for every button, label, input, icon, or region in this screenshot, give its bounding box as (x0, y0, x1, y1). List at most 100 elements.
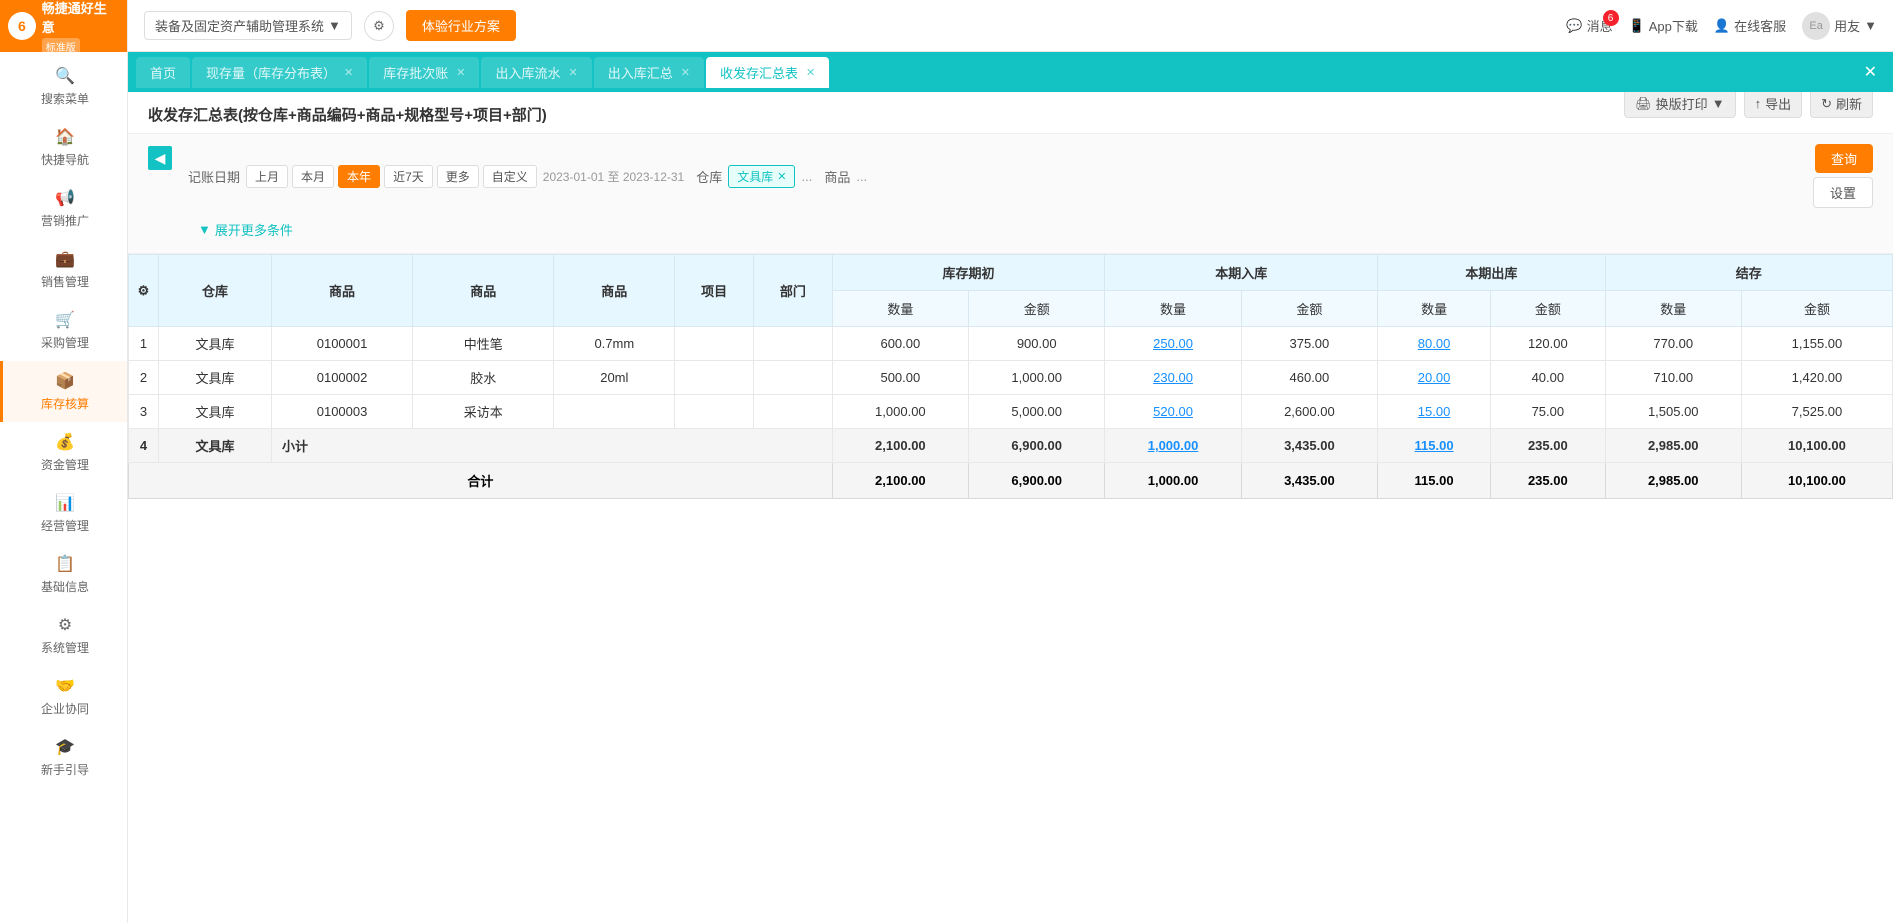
date-range: 2023-01-01 至 2023-12-31 (543, 168, 684, 185)
warehouse-tag-close[interactable]: ✕ (777, 170, 786, 183)
print-button[interactable]: 🖨 换版打印 ▼ (1624, 92, 1735, 118)
chevron-down-icon: ▼ (1864, 18, 1877, 33)
tab-bar-close[interactable]: ✕ (1856, 58, 1885, 86)
row-in-amt: 460.00 (1241, 361, 1377, 395)
basic-info-icon: 📋 (55, 554, 75, 574)
col-period-begin-header: 库存期初 (832, 255, 1105, 291)
row-begin-amt: 1,000.00 (969, 361, 1105, 395)
export-icon: ↑ (1755, 96, 1762, 111)
row-in-qty[interactable]: 520.00 (1105, 395, 1241, 429)
export-button[interactable]: ↑ 导出 (1744, 92, 1803, 118)
sidebar-item-newbie[interactable]: 🎓新手引导 (0, 727, 127, 788)
tab-inout-summary[interactable]: 出入库汇总✕ (594, 57, 704, 88)
tab-close-icon[interactable]: ✕ (344, 66, 353, 79)
refresh-button[interactable]: ↻ 刷新 (1810, 92, 1873, 118)
message-button[interactable]: 💬 消息 6 (1566, 16, 1612, 35)
date-btn-上月[interactable]: 上月 (246, 165, 288, 188)
settings-button[interactable]: ⚙ (364, 11, 394, 41)
expand-conditions-button[interactable]: ▼ 展开更多条件 (188, 216, 1873, 243)
app-download-button[interactable]: 📱 App下载 (1629, 16, 1698, 35)
tab-inventory-dist[interactable]: 现存量（库存分布表）✕ (192, 57, 367, 88)
filter-row-2: ▼ 展开更多条件 (188, 216, 1873, 243)
sidebar-item-label: 采购管理 (41, 334, 89, 351)
sidebar-item-enterprise[interactable]: 🤝企业协同 (0, 666, 127, 727)
tab-batch[interactable]: 库存批次账✕ (369, 57, 479, 88)
query-button[interactable]: 查询 (1815, 144, 1873, 173)
tab-close-icon[interactable]: ✕ (456, 66, 465, 79)
operation-icon: 📊 (55, 493, 75, 513)
user-menu[interactable]: Ea 用友 ▼ (1802, 12, 1877, 40)
setting-button[interactable]: 设置 (1813, 177, 1873, 208)
total-begin-amt: 6,900.00 (969, 463, 1105, 499)
row-in-qty[interactable]: 230.00 (1105, 361, 1241, 395)
table-row: 2 文具库 0100002 胶水 20ml 500.00 1,000.00 23… (129, 361, 1893, 395)
row-no: 1 (129, 327, 159, 361)
tab-close-icon[interactable]: ✕ (806, 66, 815, 79)
subtotal-begin-qty: 2,100.00 (832, 429, 968, 463)
tab-inout-flow[interactable]: 出入库流水✕ (481, 57, 591, 88)
try-button[interactable]: 体验行业方案 (406, 10, 516, 41)
sidebar-item-basic-info[interactable]: 📋基础信息 (0, 544, 127, 605)
date-btn-本年[interactable]: 本年 (338, 165, 380, 188)
col-goods-spec-header: 商品 (554, 255, 675, 327)
content-area: 收发存汇总表(按仓库+商品编码+商品+规格型号+项目+部门) 🖨 换版打印 ▼ … (128, 92, 1893, 923)
goods-more[interactable]: ... (856, 169, 867, 184)
date-btn-本月[interactable]: 本月 (292, 165, 334, 188)
finance-icon: 💰 (55, 432, 75, 452)
out-amt-header: 金额 (1491, 291, 1605, 327)
row-begin-qty: 500.00 (832, 361, 968, 395)
total-in-amt: 3,435.00 (1241, 463, 1377, 499)
sidebar-item-sales[interactable]: 💼销售管理 (0, 239, 127, 300)
sidebar-item-label: 库存核算 (41, 395, 89, 412)
begin-amt-header: 金额 (969, 291, 1105, 327)
tab-recv-send[interactable]: 收发存汇总表✕ (706, 57, 829, 88)
row-out-amt: 120.00 (1491, 327, 1605, 361)
warehouse-tag[interactable]: 文具库 ✕ (728, 165, 795, 188)
total-label: 合计 (129, 463, 833, 499)
sidebar-item-quick-nav[interactable]: 🏠快捷导航 (0, 117, 127, 178)
row-out-qty[interactable]: 15.00 (1378, 395, 1491, 429)
row-goods-spec: 0.7mm (554, 327, 675, 361)
table-wrapper: ⚙ 仓库 商品 商品 商品 项目 部门 库存期初 本期入库 本期出库 结存 数量 (128, 254, 1893, 923)
search-icon: 🔍 (55, 66, 75, 86)
date-btn-更多[interactable]: 更多 (437, 165, 479, 188)
row-bal-amt: 1,420.00 (1741, 361, 1892, 395)
system-selector[interactable]: 装备及固定资产辅助管理系统 ▼ (144, 11, 352, 40)
filter-area: ◀ 记账日期 上月本月本年近7天更多自定义 2023-01-01 至 2023-… (128, 134, 1893, 254)
online-service-button[interactable]: 👤 在线客服 (1714, 16, 1786, 35)
row-begin-qty: 600.00 (832, 327, 968, 361)
service-icon: 👤 (1714, 18, 1730, 34)
row-out-qty[interactable]: 20.00 (1378, 361, 1491, 395)
date-btn-近7天[interactable]: 近7天 (384, 165, 433, 188)
sidebar-item-finance[interactable]: 💰资金管理 (0, 422, 127, 483)
row-in-qty[interactable]: 250.00 (1105, 327, 1241, 361)
row-out-qty[interactable]: 80.00 (1378, 327, 1491, 361)
tab-home[interactable]: 首页 (136, 57, 190, 88)
sidebar-item-inventory[interactable]: 📦库存核算 (0, 361, 127, 422)
table-footer: 合计 2,100.00 6,900.00 1,000.00 3,435.00 1… (129, 463, 1893, 499)
sidebar-item-marketing[interactable]: 📢营销推广 (0, 178, 127, 239)
chevron-down-icon: ▼ (328, 18, 341, 33)
out-qty-header: 数量 (1378, 291, 1491, 327)
row-bal-amt: 7,525.00 (1741, 395, 1892, 429)
row-goods-name: 胶水 (413, 361, 554, 395)
page-actions: 🖨 换版打印 ▼ ↑ 导出 ↻ 刷新 (1624, 92, 1873, 118)
col-balance-header: 结存 (1605, 255, 1892, 291)
row-goods-code: 0100003 (271, 395, 412, 429)
date-btn-自定义[interactable]: 自定义 (483, 165, 537, 188)
row-warehouse: 文具库 (159, 395, 272, 429)
filter-toggle-button[interactable]: ◀ (148, 146, 172, 170)
tab-close-icon[interactable]: ✕ (681, 66, 690, 79)
table-subtotal-row: 4 文具库 小计 2,100.00 6,900.00 1,000.00 3,43… (129, 429, 1893, 463)
date-filter-group: 记账日期 上月本月本年近7天更多自定义 2023-01-01 至 2023-12… (188, 165, 684, 188)
tab-close-icon[interactable]: ✕ (569, 66, 578, 79)
subtotal-out-qty[interactable]: 115.00 (1378, 429, 1491, 463)
total-out-qty: 115.00 (1378, 463, 1491, 499)
sidebar-item-system[interactable]: ⚙系统管理 (0, 605, 127, 666)
row-in-amt: 2,600.00 (1241, 395, 1377, 429)
sidebar-item-search[interactable]: 🔍搜索菜单 (0, 56, 127, 117)
subtotal-in-qty[interactable]: 1,000.00 (1105, 429, 1241, 463)
warehouse-more[interactable]: ... (801, 169, 812, 184)
sidebar-item-operation[interactable]: 📊经营管理 (0, 483, 127, 544)
sidebar-item-purchase[interactable]: 🛒采购管理 (0, 300, 127, 361)
